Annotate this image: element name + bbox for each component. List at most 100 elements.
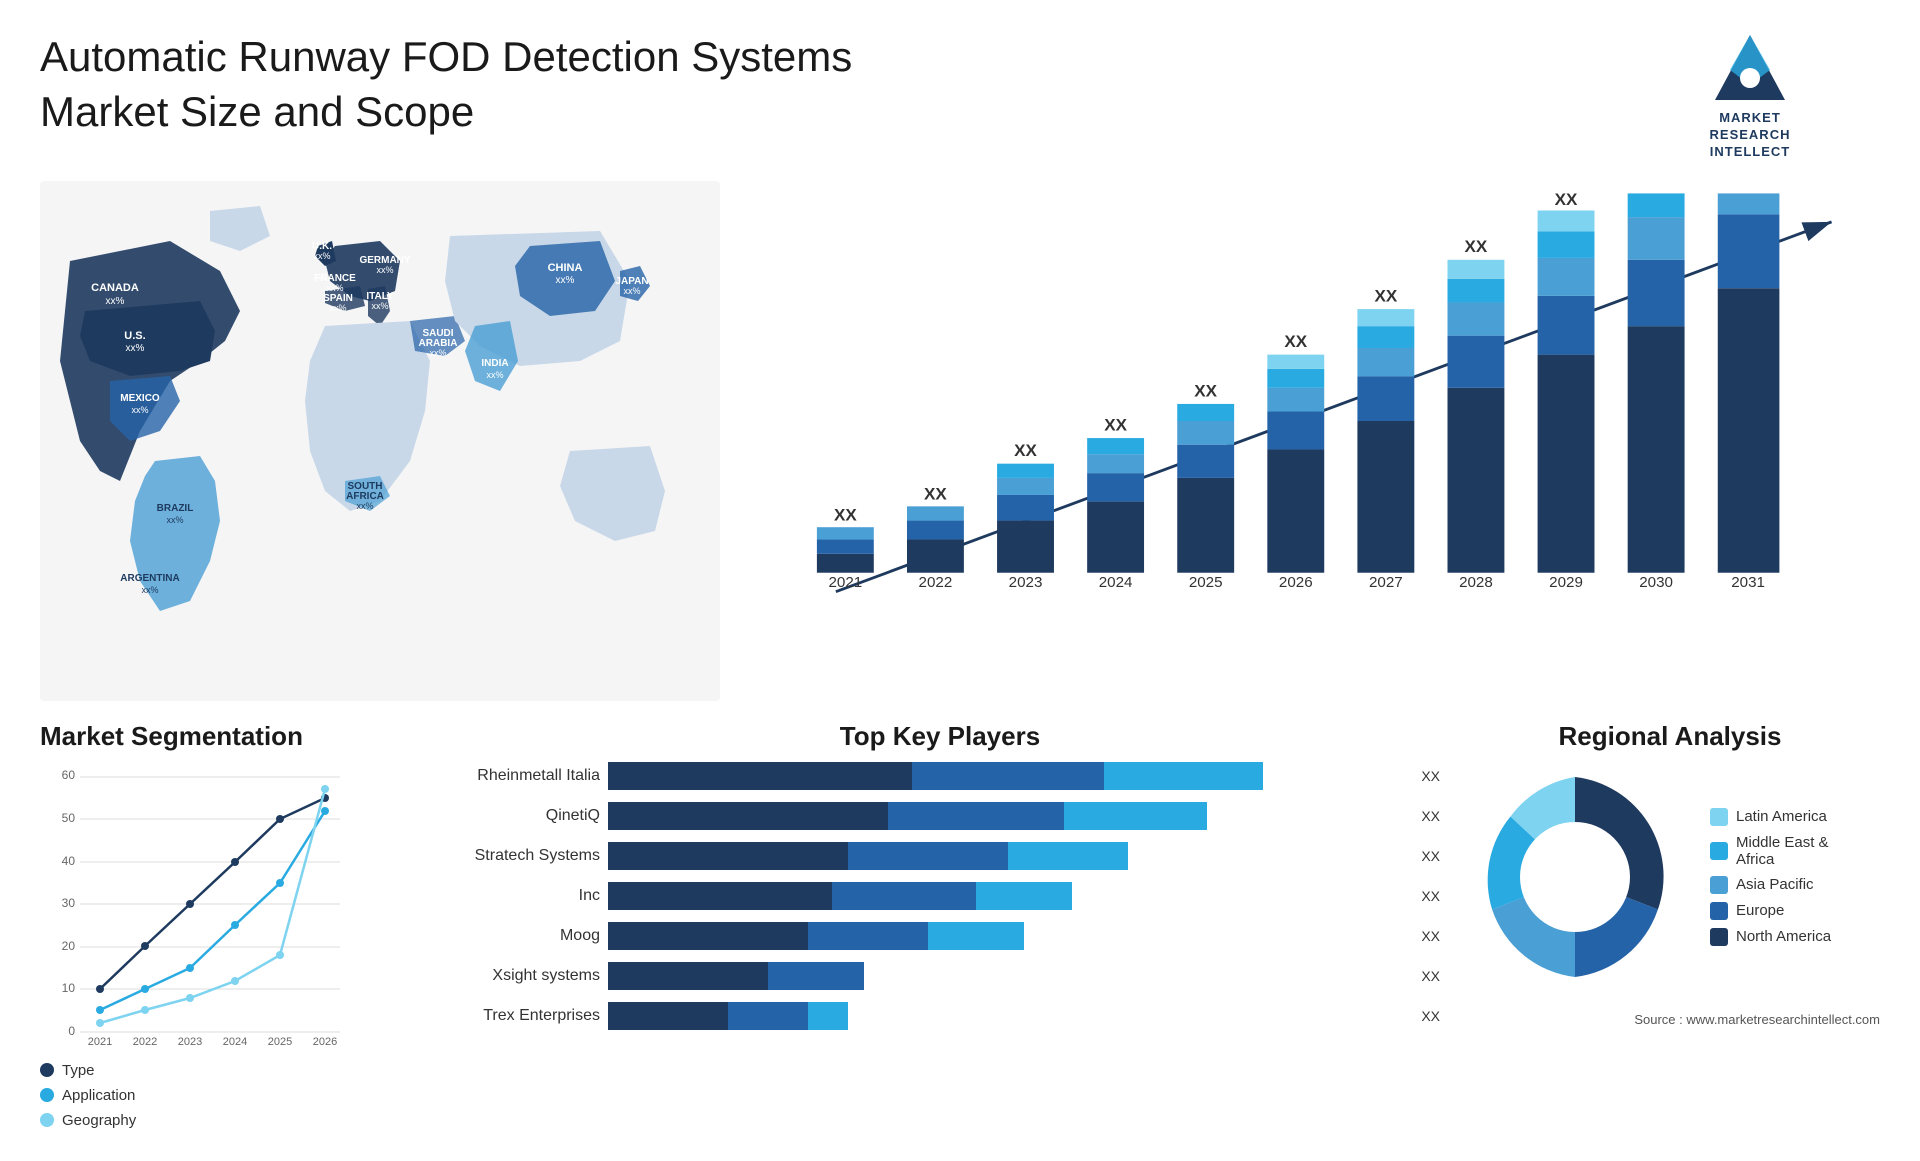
player-bar xyxy=(608,762,1407,790)
key-players-title: Top Key Players xyxy=(440,721,1440,752)
svg-text:xx%: xx% xyxy=(486,370,503,380)
player-row-moog: Moog XX xyxy=(440,922,1440,950)
svg-text:2027: 2027 xyxy=(1369,574,1403,591)
svg-text:30: 30 xyxy=(62,896,76,910)
svg-text:BRAZIL: BRAZIL xyxy=(157,503,194,514)
legend-application: Application xyxy=(40,1087,420,1104)
player-bar xyxy=(608,1002,1407,1030)
svg-text:2028: 2028 xyxy=(1459,574,1493,591)
player-bar xyxy=(608,842,1407,870)
svg-text:2029: 2029 xyxy=(1549,574,1583,591)
player-name: QinetiQ xyxy=(440,807,600,825)
legend-label: Asia Pacific xyxy=(1736,876,1814,893)
svg-text:xx%: xx% xyxy=(329,303,346,313)
svg-text:CANADA: CANADA xyxy=(91,282,139,294)
player-name: Inc xyxy=(440,887,600,905)
svg-text:xx%: xx% xyxy=(623,286,640,296)
player-name: Stratech Systems xyxy=(440,847,600,865)
svg-text:xx%: xx% xyxy=(131,405,148,415)
bar-seg2 xyxy=(832,882,976,910)
legend-middle-east: Middle East &Africa xyxy=(1710,834,1831,868)
svg-text:XX: XX xyxy=(1555,191,1578,209)
svg-text:XX: XX xyxy=(1194,381,1217,400)
type-dot xyxy=(40,1063,54,1077)
svg-text:2026: 2026 xyxy=(313,1036,337,1047)
svg-text:U.S.: U.S. xyxy=(124,330,145,342)
svg-text:xx%: xx% xyxy=(126,343,145,354)
player-name: Rheinmetall Italia xyxy=(440,767,600,785)
segmentation-title: Market Segmentation xyxy=(40,721,420,752)
segmentation-chart-svg: 0 10 20 30 40 50 60 2021 xyxy=(40,767,420,1047)
svg-text:2025: 2025 xyxy=(1189,574,1223,591)
svg-text:2024: 2024 xyxy=(1099,574,1133,591)
bar-chart-section: XX 2021 XX 2022 XX 2023 xyxy=(740,181,1880,701)
svg-text:2030: 2030 xyxy=(1639,574,1673,591)
player-name: Xsight systems xyxy=(440,967,600,985)
player-value: XX xyxy=(1421,768,1440,784)
legend-box xyxy=(1710,808,1728,826)
legend-asia-pacific: Asia Pacific xyxy=(1710,876,1831,894)
bar-seg1 xyxy=(608,962,768,990)
svg-text:xx%: xx% xyxy=(106,296,125,307)
player-name: Trex Enterprises xyxy=(440,1007,600,1025)
bar-seg2 xyxy=(888,802,1064,830)
svg-text:xx%: xx% xyxy=(429,348,446,358)
svg-text:2024: 2024 xyxy=(223,1036,247,1047)
logo-icon xyxy=(1710,30,1790,110)
bar-seg2 xyxy=(848,842,1008,870)
legend-label: North America xyxy=(1736,928,1831,945)
page-wrapper: Automatic Runway FOD Detection Systems M… xyxy=(0,0,1920,1161)
bar-seg1 xyxy=(608,922,808,950)
svg-text:ARGENTINA: ARGENTINA xyxy=(120,573,179,584)
player-bar xyxy=(608,802,1407,830)
legend-label: Europe xyxy=(1736,902,1784,919)
svg-text:XX: XX xyxy=(924,484,947,503)
player-value: XX xyxy=(1421,928,1440,944)
bar-seg3 xyxy=(808,1002,848,1030)
player-bar xyxy=(608,922,1407,950)
svg-text:XX: XX xyxy=(834,505,857,524)
bar-seg2 xyxy=(808,922,928,950)
svg-text:xx%: xx% xyxy=(356,501,373,511)
legend-label: Middle East &Africa xyxy=(1736,834,1829,868)
svg-text:xx%: xx% xyxy=(326,283,343,293)
bar-seg1 xyxy=(608,842,848,870)
svg-text:2023: 2023 xyxy=(1009,574,1043,591)
svg-text:XX: XX xyxy=(1465,237,1488,256)
bar-seg3 xyxy=(1008,842,1128,870)
svg-text:2026: 2026 xyxy=(1279,574,1313,591)
player-row-trex: Trex Enterprises XX xyxy=(440,1002,1440,1030)
svg-text:XX: XX xyxy=(1374,286,1397,305)
player-row-inc: Inc XX xyxy=(440,882,1440,910)
regional-content: Latin America Middle East &Africa Asia P… xyxy=(1460,762,1880,992)
top-row: CANADA xx% U.S. xx% MEXICO xx% BRAZIL xx… xyxy=(40,181,1880,701)
geography-dot xyxy=(40,1113,54,1127)
svg-text:10: 10 xyxy=(62,981,76,995)
bar-chart-svg: XX 2021 XX 2022 XX 2023 xyxy=(760,191,1860,651)
key-players-section: Top Key Players Rheinmetall Italia XX Qi… xyxy=(440,721,1440,1141)
svg-text:40: 40 xyxy=(62,854,76,868)
page-title: Automatic Runway FOD Detection Systems M… xyxy=(40,30,940,139)
legend-label: Latin America xyxy=(1736,808,1827,825)
svg-text:2021: 2021 xyxy=(88,1036,112,1047)
svg-text:xx%: xx% xyxy=(141,585,158,595)
bar-seg3 xyxy=(1104,762,1264,790)
legend-box xyxy=(1710,842,1728,860)
player-row-stratech: Stratech Systems XX xyxy=(440,842,1440,870)
bar-seg1 xyxy=(608,1002,728,1030)
legend-latin-america: Latin America xyxy=(1710,808,1831,826)
svg-text:0: 0 xyxy=(68,1024,75,1038)
world-map-svg: CANADA xx% U.S. xx% MEXICO xx% BRAZIL xx… xyxy=(40,181,720,701)
legend-north-america: North America xyxy=(1710,928,1831,946)
legend-box xyxy=(1710,928,1728,946)
legend-box xyxy=(1710,902,1728,920)
svg-text:2023: 2023 xyxy=(178,1036,202,1047)
svg-text:60: 60 xyxy=(62,768,76,782)
player-value: XX xyxy=(1421,1008,1440,1024)
svg-text:INDIA: INDIA xyxy=(481,358,508,369)
player-value: XX xyxy=(1421,888,1440,904)
player-bar xyxy=(608,962,1407,990)
regional-section: Regional Analysis xyxy=(1460,721,1880,1141)
svg-text:xx%: xx% xyxy=(376,265,393,275)
svg-text:xx%: xx% xyxy=(556,275,575,286)
